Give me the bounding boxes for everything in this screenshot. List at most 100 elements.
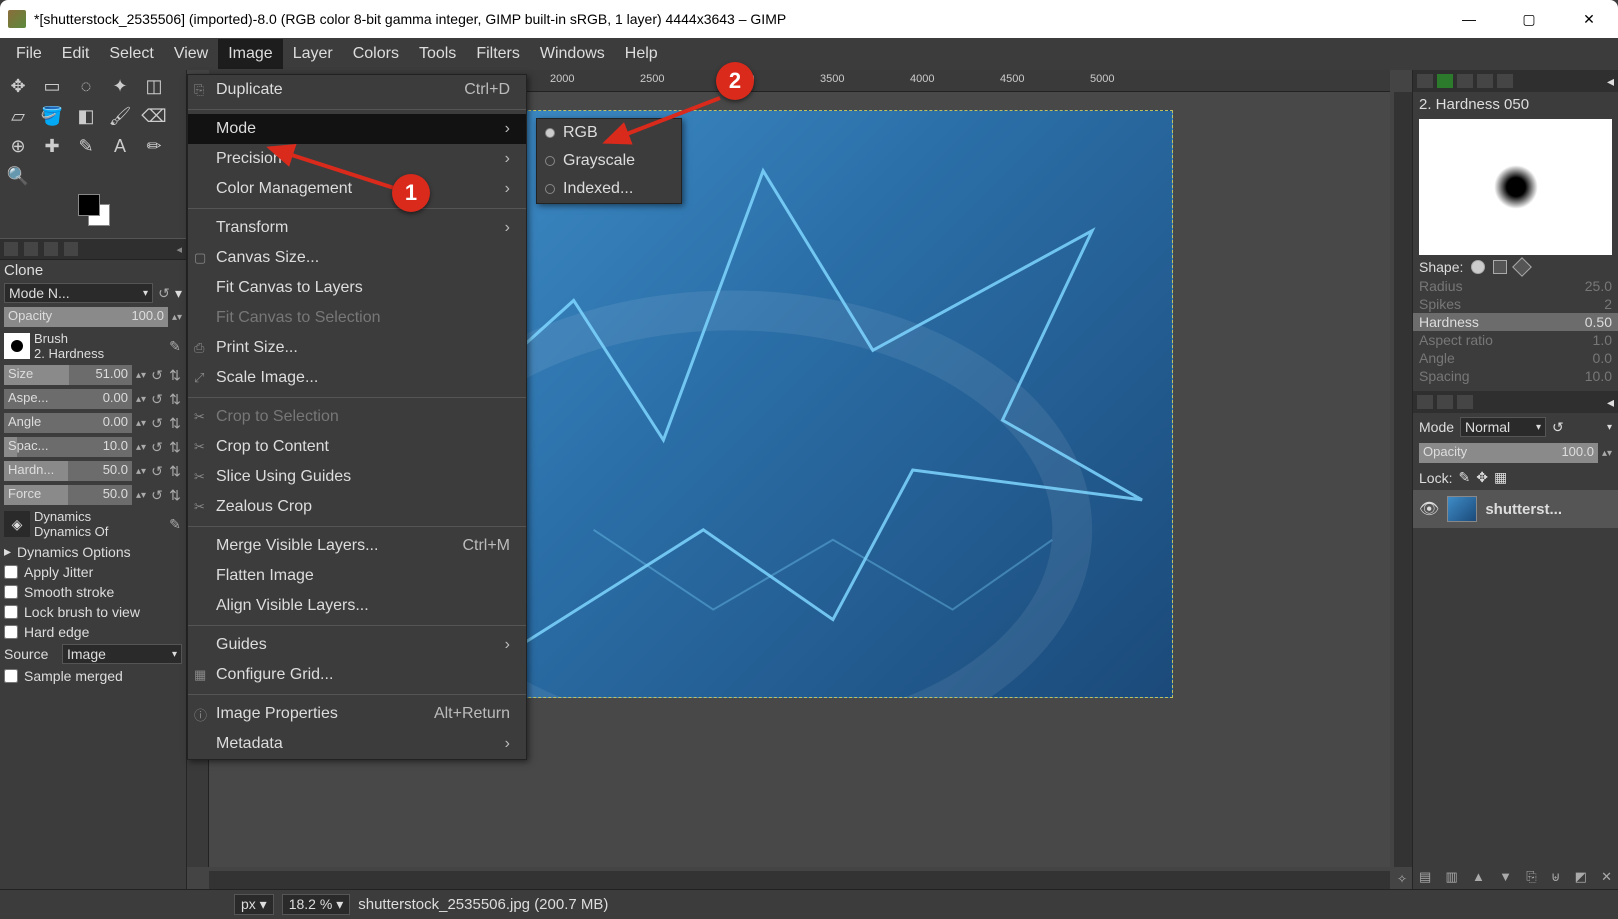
link-icon[interactable]: ⇅ [168, 391, 182, 408]
lower-layer-icon[interactable]: ▼ [1499, 869, 1512, 885]
zoom-tool-icon[interactable]: 🔍 [6, 164, 30, 188]
dynamics-icon[interactable]: ◈ [4, 511, 30, 537]
color-swatch[interactable] [78, 194, 112, 228]
opacity-slider[interactable]: Opacity 100.0 [4, 307, 168, 327]
lock-position-icon[interactable]: ✥ [1476, 469, 1488, 486]
delete-layer-icon[interactable]: ✕ [1601, 869, 1612, 885]
menu-colors[interactable]: Colors [343, 39, 409, 69]
menuitem-crop-to-content[interactable]: ✂Crop to Content [188, 432, 526, 462]
raise-layer-icon[interactable]: ▲ [1472, 869, 1485, 885]
menu-help[interactable]: Help [615, 39, 668, 69]
shape-diamond-icon[interactable] [1512, 257, 1532, 277]
menuitem-configure-grid-[interactable]: ▦Configure Grid... [188, 660, 526, 690]
gradient-tool-icon[interactable]: ◧ [74, 104, 98, 128]
clone-tool-icon[interactable]: ⊕ [6, 134, 30, 158]
brush-tool-icon[interactable]: 🖌 [108, 104, 132, 128]
tab-icon[interactable] [1497, 74, 1513, 88]
tab-icon[interactable] [1417, 74, 1433, 88]
force-slider[interactable]: Force50.0 [4, 485, 132, 505]
reset-icon[interactable]: ↺ [150, 415, 164, 432]
source-select[interactable]: Image▾ [62, 644, 182, 664]
reset-icon[interactable]: ↺ [150, 391, 164, 408]
apply-jitter-checkbox[interactable] [4, 565, 18, 579]
tab-icon[interactable] [64, 242, 78, 256]
shape-circle-icon[interactable] [1471, 260, 1485, 274]
dynamics-options-expander[interactable]: ▸Dynamics Options [0, 541, 186, 562]
reset-icon[interactable]: ↺ [150, 463, 164, 480]
tab-icon[interactable] [1437, 395, 1453, 409]
link-icon[interactable]: ⇅ [168, 439, 182, 456]
scrollbar-vertical[interactable] [1394, 92, 1412, 867]
lock-alpha-icon[interactable]: ▦ [1494, 469, 1507, 486]
duplicate-layer-icon[interactable]: ⎘ [1526, 869, 1536, 885]
visibility-toggle-icon[interactable]: 👁 [1419, 499, 1439, 519]
transform-tool-icon[interactable]: ▱ [6, 104, 30, 128]
brush-edit-icon[interactable]: ✎ [168, 338, 182, 355]
sample-merged-checkbox[interactable] [4, 669, 18, 683]
size-slider[interactable]: Size51.00 [4, 365, 132, 385]
reset-icon[interactable]: ↺ [150, 439, 164, 456]
tabs-menu-icon[interactable]: ◂ [1607, 394, 1614, 411]
lock-pixels-icon[interactable]: ✎ [1458, 469, 1470, 486]
menu-select[interactable]: Select [99, 39, 163, 69]
crop-tool-icon[interactable]: ◫ [142, 74, 166, 98]
link-icon[interactable]: ⇅ [168, 415, 182, 432]
hardness-slider[interactable]: Hardn...50.0 [4, 461, 132, 481]
scrollbar-horizontal[interactable] [209, 871, 1390, 889]
menu-file[interactable]: File [6, 39, 52, 69]
menu-image[interactable]: Image [218, 39, 282, 69]
tabs-menu-icon[interactable]: ◂ [1607, 73, 1614, 90]
reset-icon[interactable]: ↺ [150, 367, 164, 384]
menu-view[interactable]: View [164, 39, 218, 69]
heal-tool-icon[interactable]: ✚ [40, 134, 64, 158]
tab-icon[interactable] [24, 242, 38, 256]
layer-row[interactable]: 👁 shutterst... [1413, 490, 1618, 528]
close-button[interactable]: ✕ [1568, 4, 1610, 34]
tabs-menu-icon[interactable]: ◂ [176, 243, 182, 256]
menu-edit[interactable]: Edit [52, 39, 100, 69]
link-icon[interactable]: ⇅ [168, 367, 182, 384]
tab-icon[interactable] [4, 242, 18, 256]
lasso-tool-icon[interactable]: ◌ [74, 74, 98, 98]
mask-layer-icon[interactable]: ◩ [1575, 869, 1587, 885]
text-tool-icon[interactable]: A [108, 134, 132, 158]
menuitem-slice-using-guides[interactable]: ✂Slice Using Guides [188, 462, 526, 492]
maximize-button[interactable]: ▢ [1508, 4, 1550, 34]
fuzzy-tool-icon[interactable]: ✦ [108, 74, 132, 98]
menuitem-align-visible-layers-[interactable]: Align Visible Layers... [188, 591, 526, 621]
spacing-slider[interactable]: Spac...10.0 [4, 437, 132, 457]
menuitem-metadata[interactable]: Metadata› [188, 729, 526, 759]
mode-option-indexed-[interactable]: Indexed... [537, 175, 681, 203]
brush-preview-icon[interactable] [4, 333, 30, 359]
mode-reset-icon[interactable]: ↺ [1552, 419, 1564, 436]
tab-icon[interactable] [1437, 74, 1453, 88]
tab-icon[interactable] [1477, 74, 1493, 88]
zoom-select[interactable]: 18.2 % ▾ [282, 894, 351, 915]
menuitem-guides[interactable]: Guides› [188, 630, 526, 660]
unit-select[interactable]: px ▾ [234, 894, 274, 915]
new-layer-icon[interactable]: ▤ [1419, 869, 1431, 885]
menuitem-canvas-size-[interactable]: ▢Canvas Size... [188, 243, 526, 273]
link-icon[interactable]: ⇅ [168, 463, 182, 480]
path-tool-icon[interactable]: ✎ [74, 134, 98, 158]
move-tool-icon[interactable]: ✥ [6, 74, 30, 98]
tab-icon[interactable] [44, 242, 58, 256]
menuitem-transform[interactable]: Transform› [188, 213, 526, 243]
nav-preview-icon[interactable]: ✧ [1394, 871, 1410, 887]
layers-mode-select[interactable]: Normal▾ [1460, 417, 1546, 437]
eraser-tool-icon[interactable]: ⌫ [142, 104, 166, 128]
mode-reset-icon[interactable]: ↺ [157, 285, 171, 302]
tab-icon[interactable] [1457, 74, 1473, 88]
menuitem-flatten-image[interactable]: Flatten Image [188, 561, 526, 591]
menuitem-duplicate[interactable]: ⎘DuplicateCtrl+D [188, 75, 526, 105]
smooth-stroke-checkbox[interactable] [4, 585, 18, 599]
menu-windows[interactable]: Windows [530, 39, 615, 69]
menuitem-scale-image-[interactable]: ⤢Scale Image... [188, 363, 526, 393]
menu-layer[interactable]: Layer [283, 39, 343, 69]
menuitem-zealous-crop[interactable]: ✂Zealous Crop [188, 492, 526, 522]
menu-filters[interactable]: Filters [466, 39, 530, 69]
lock-brush-to-view-checkbox[interactable] [4, 605, 18, 619]
blend-mode-select[interactable]: Mode N...▾ [4, 283, 153, 303]
new-group-icon[interactable]: ▥ [1446, 869, 1458, 885]
reset-icon[interactable]: ↺ [150, 487, 164, 504]
